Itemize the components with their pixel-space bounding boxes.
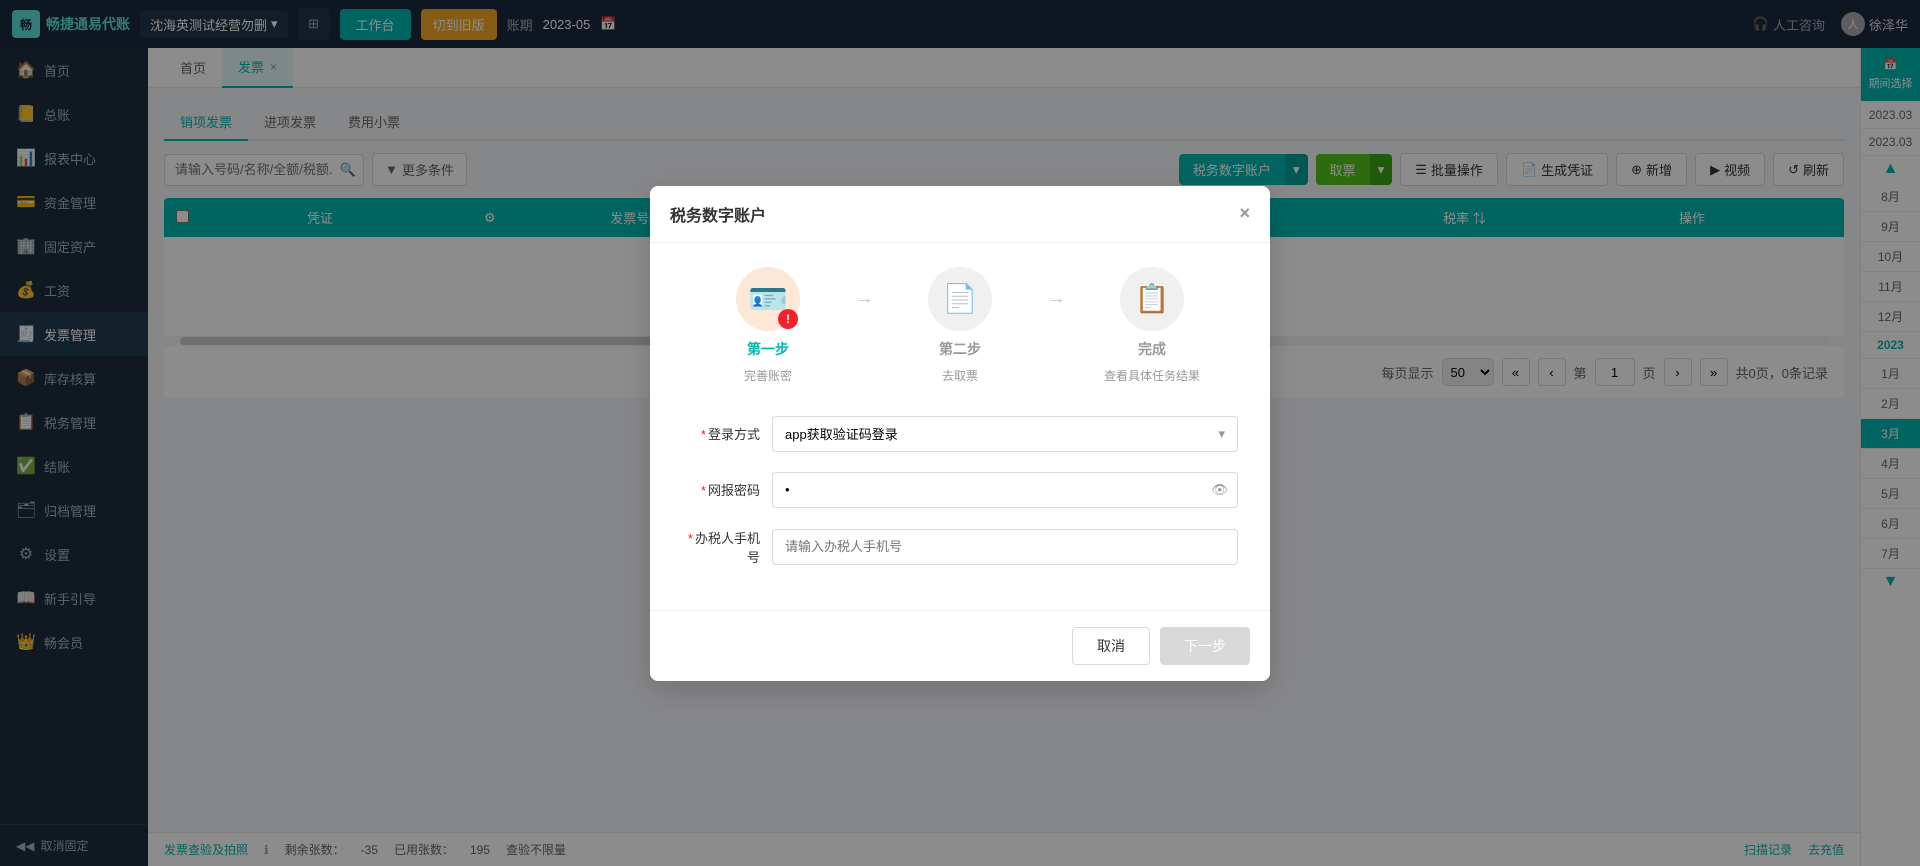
- step-1-icon-wrapper: 🪪 !: [736, 267, 800, 331]
- step-1: 🪪 ! 第一步 完善账密: [682, 267, 854, 384]
- modal-body: 🪪 ! 第一步 完善账密 → 📄 第二步 去取票: [650, 243, 1270, 610]
- modal-overlay: 税务数字账户 × 🪪 ! 第一步 完善账密: [0, 0, 1920, 866]
- password-row: 网报密码 👁: [682, 472, 1238, 508]
- step-arrow-2: →: [1046, 267, 1066, 310]
- modal-footer: 取消 下一步: [650, 610, 1270, 681]
- step-1-label: 第一步: [747, 339, 789, 359]
- eye-icon[interactable]: 👁: [1211, 482, 1228, 498]
- modal-stepper: 🪪 ! 第一步 完善账密 → 📄 第二步 去取票: [682, 267, 1238, 384]
- select-arrow-icon: ▾: [1218, 426, 1225, 442]
- step-2-label: 第二步: [939, 339, 981, 359]
- password-label: 网报密码: [682, 480, 772, 499]
- step-2-desc: 去取票: [942, 367, 978, 384]
- password-input[interactable]: [772, 472, 1238, 508]
- step-3-label: 完成: [1138, 339, 1166, 359]
- step-2-icon: 📄: [928, 267, 992, 331]
- phone-input[interactable]: [772, 529, 1238, 565]
- cancel-button[interactable]: 取消: [1072, 627, 1150, 665]
- step-3-icon: 📋: [1120, 267, 1184, 331]
- step-1-desc: 完善账密: [744, 367, 792, 384]
- password-wrapper: 👁: [772, 472, 1238, 508]
- step-3-desc: 查看具体任务结果: [1104, 367, 1200, 384]
- login-method-row: 登录方式 app获取验证码登录 ▾: [682, 416, 1238, 452]
- login-method-select[interactable]: app获取验证码登录 ▾: [772, 416, 1238, 452]
- tax-account-modal: 税务数字账户 × 🪪 ! 第一步 完善账密: [650, 186, 1270, 681]
- step-3: 📋 完成 查看具体任务结果: [1066, 267, 1238, 384]
- step-arrow-1: →: [854, 267, 874, 310]
- next-button[interactable]: 下一步: [1160, 627, 1250, 665]
- modal-title: 税务数字账户: [670, 202, 766, 226]
- phone-label: 办税人手机号: [682, 528, 772, 566]
- login-method-value: app获取验证码登录: [785, 424, 898, 443]
- step-2: 📄 第二步 去取票: [874, 267, 1046, 384]
- modal-header: 税务数字账户 ×: [650, 186, 1270, 243]
- phone-row: 办税人手机号: [682, 528, 1238, 566]
- login-method-label: 登录方式: [682, 424, 772, 443]
- step-1-badge: !: [778, 309, 798, 329]
- modal-close-button[interactable]: ×: [1239, 203, 1250, 224]
